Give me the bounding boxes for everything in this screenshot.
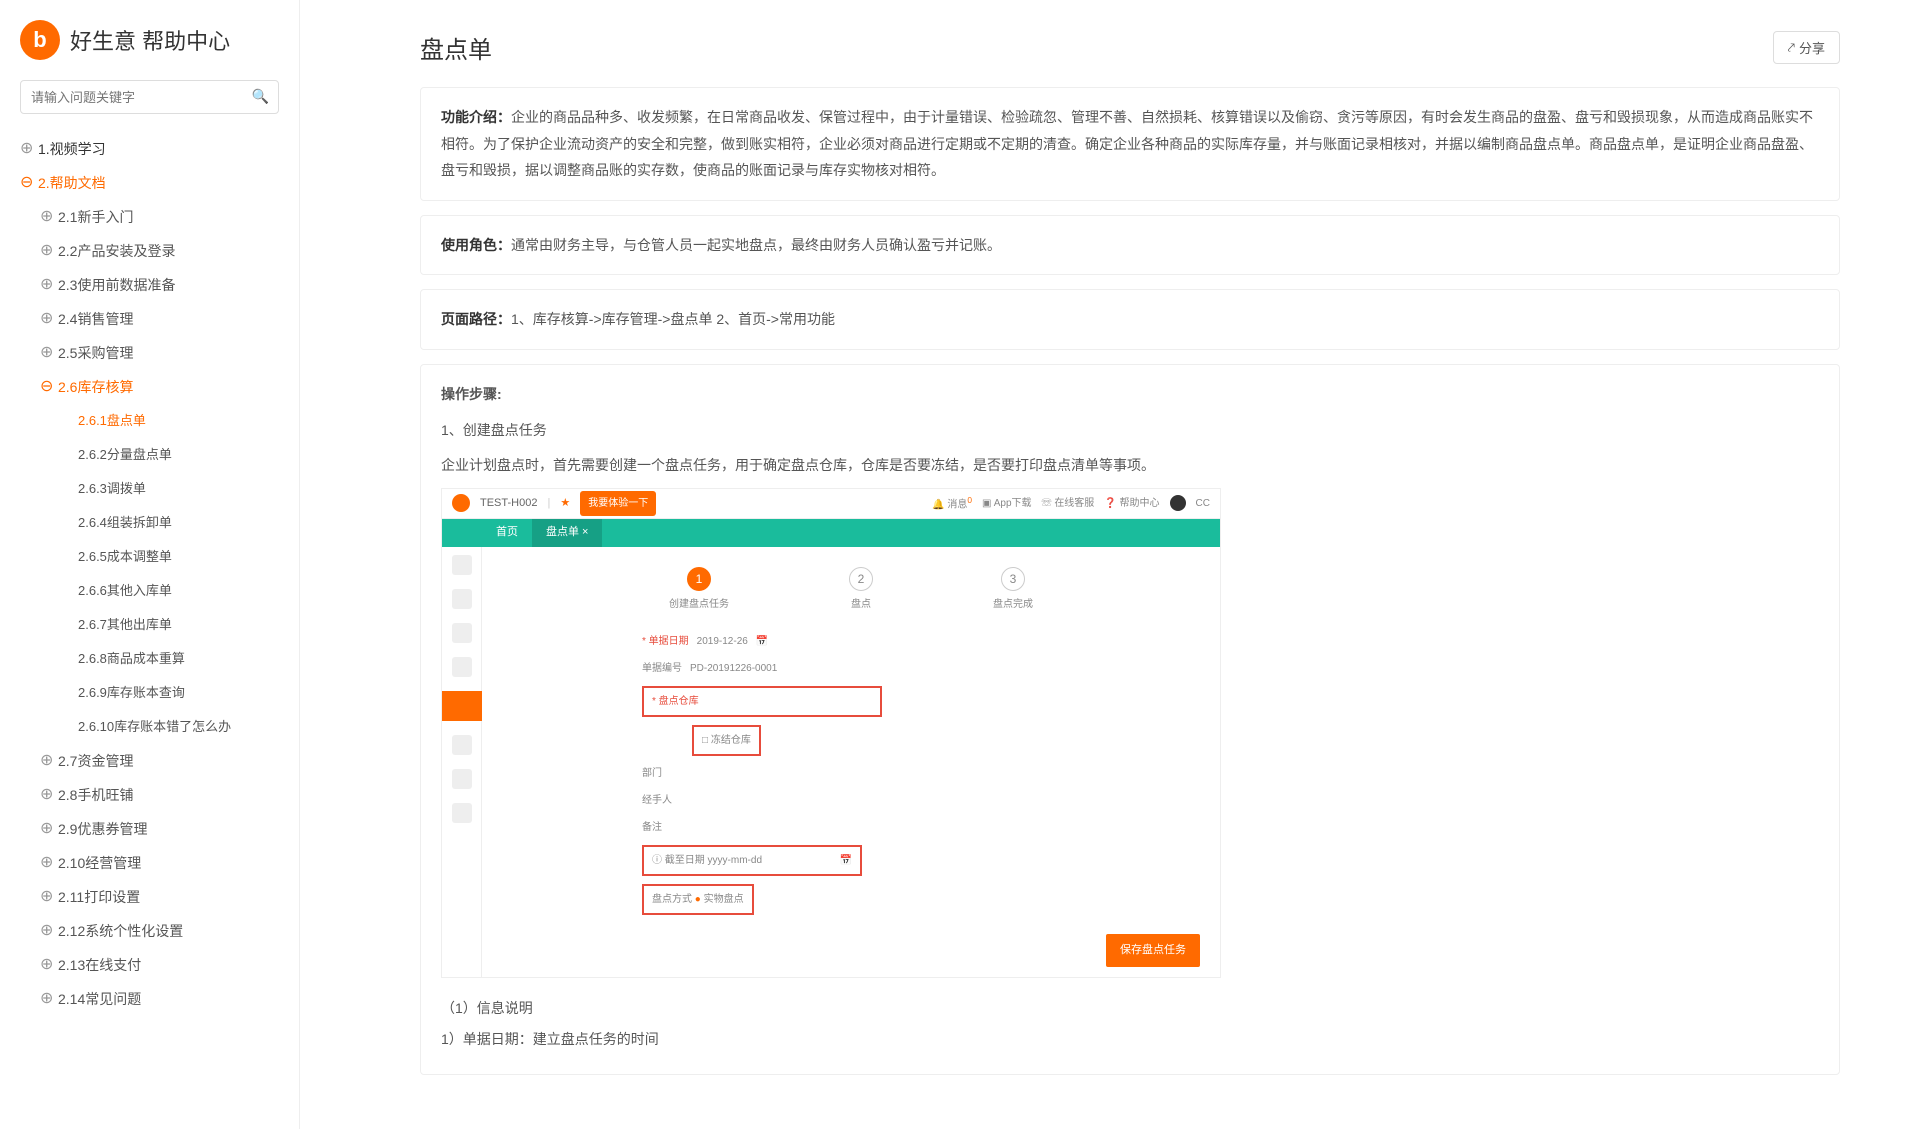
ss-side-icon (452, 769, 472, 789)
nav-2-9[interactable]: 2.9优惠券管理 (20, 812, 279, 846)
ss-side-nav (442, 547, 482, 977)
expand-icon (40, 982, 58, 1016)
ss-tab-pd: 盘点单 × (532, 519, 602, 547)
nav-2-11[interactable]: 2.11打印设置 (20, 880, 279, 914)
path-label: 页面路径： (441, 311, 511, 327)
nav-2-6-10[interactable]: 2.6.10库存账本错了怎么办 (20, 710, 279, 744)
expand-icon (40, 846, 58, 880)
nav-2-2[interactable]: 2.2产品安装及登录 (20, 234, 279, 268)
expand-icon (40, 914, 58, 948)
ss-tab-home: 首页 (482, 519, 532, 547)
ss-side-icon (452, 555, 472, 575)
expand-icon (40, 200, 58, 234)
expand-icon (40, 234, 58, 268)
search-box: 🔍 (20, 80, 279, 114)
nav-2-6-7[interactable]: 2.6.7其他出库单 (20, 608, 279, 642)
nav-docs[interactable]: 2.帮助文档 (20, 166, 279, 200)
nav-2-6[interactable]: 2.6库存核算 (20, 370, 279, 404)
nav-2-6-4[interactable]: 2.6.4组装拆卸单 (20, 506, 279, 540)
ss-tabs: 首页 盘点单 × (442, 519, 1220, 547)
nav-video[interactable]: 1.视频学习 (20, 132, 279, 166)
nav-2-4[interactable]: 2.4销售管理 (20, 302, 279, 336)
share-button[interactable]: ⤤ 分享 (1773, 31, 1840, 64)
brand-logo-icon: b (20, 20, 60, 60)
search-input[interactable] (20, 80, 279, 114)
share-label: 分享 (1799, 38, 1825, 57)
brand-row: b 好生意 帮助中心 (20, 20, 279, 60)
nav-2-6-2[interactable]: 2.6.2分量盘点单 (20, 438, 279, 472)
ss-side-icon (452, 657, 472, 677)
expand-icon (40, 268, 58, 302)
nav-2-7[interactable]: 2.7资金管理 (20, 744, 279, 778)
ss-try-button: 我要体验一下 (580, 491, 656, 516)
nav-2-3[interactable]: 2.3使用前数据准备 (20, 268, 279, 302)
nav-tree: 1.视频学习 2.帮助文档 2.1新手入门 2.2产品安装及登录 2.3使用前数… (20, 132, 279, 1016)
step1-desc: 企业计划盘点时，首先需要创建一个盘点任务，用于确定盘点仓库，仓库是否要冻结，是否… (441, 453, 1819, 478)
nav-2-6-1[interactable]: 2.6.1盘点单 (20, 404, 279, 438)
role-text: 通常由财务主导，与仓管人员一起实地盘点，最终由财务人员确认盈亏并记账。 (511, 237, 1001, 253)
expand-icon (40, 336, 58, 370)
expand-icon (40, 948, 58, 982)
intro-text: 企业的商品品种多、收发频繁，在日常商品收发、保管过程中，由于计量错误、检验疏忽、… (441, 109, 1813, 178)
ss-form-area: 1创建盘点任务 2盘点 3盘点完成 * 单据日期 2019-12-26 📅 单据… (482, 547, 1220, 977)
nav-2-6-9[interactable]: 2.6.9库存账本查询 (20, 676, 279, 710)
expand-icon (40, 744, 58, 778)
main-content: 盘点单 ⤤ 分享 功能介绍：企业的商品品种多、收发频繁，在日常商品收发、保管过程… (300, 0, 1920, 1129)
sub1-1: 1）单据日期：建立盘点任务的时间 (441, 1027, 1819, 1052)
ss-side-icon (452, 803, 472, 823)
sidebar: b 好生意 帮助中心 🔍 1.视频学习 2.帮助文档 2.1新手入门 2.2产品… (0, 0, 300, 1129)
ss-side-icon (452, 589, 472, 609)
ss-side-icon-active (442, 691, 482, 721)
panel-steps: 操作步骤: 1、创建盘点任务 企业计划盘点时，首先需要创建一个盘点任务，用于确定… (420, 364, 1840, 1075)
nav-2-12[interactable]: 2.12系统个性化设置 (20, 914, 279, 948)
ss-account: TEST-H002 (480, 493, 537, 514)
ss-avatar-icon (1170, 495, 1186, 511)
collapse-icon (20, 166, 38, 200)
nav-2-1[interactable]: 2.1新手入门 (20, 200, 279, 234)
panel-path: 页面路径：1、库存核算->库存管理->盘点单 2、首页->常用功能 (420, 289, 1840, 350)
expand-icon (40, 302, 58, 336)
steps-heading: 操作步骤: (441, 381, 1819, 408)
ss-side-icon (452, 735, 472, 755)
collapse-icon (40, 370, 58, 404)
ss-side-icon (452, 623, 472, 643)
nav-2-8[interactable]: 2.8手机旺铺 (20, 778, 279, 812)
ss-logo-icon (452, 494, 470, 512)
nav-2-6-8[interactable]: 2.6.8商品成本重算 (20, 642, 279, 676)
expand-icon (40, 812, 58, 846)
nav-2-6-3[interactable]: 2.6.3调拨单 (20, 472, 279, 506)
panel-role: 使用角色：通常由财务主导，与仓管人员一起实地盘点，最终由财务人员确认盈亏并记账。 (420, 215, 1840, 276)
ss-step-3: 3盘点完成 (993, 567, 1033, 614)
expand-icon (40, 880, 58, 914)
ss-step-1: 1创建盘点任务 (669, 567, 729, 614)
panel-intro: 功能介绍：企业的商品品种多、收发频繁，在日常商品收发、保管过程中，由于计量错误、… (420, 87, 1840, 201)
path-text: 1、库存核算->库存管理->盘点单 2、首页->常用功能 (511, 311, 835, 327)
expand-icon (20, 132, 38, 166)
nav-2-6-6[interactable]: 2.6.6其他入库单 (20, 574, 279, 608)
ss-step-2: 2盘点 (849, 567, 873, 614)
nav-2-13[interactable]: 2.13在线支付 (20, 948, 279, 982)
step1-title: 1、创建盘点任务 (441, 418, 1819, 443)
nav-2-14[interactable]: 2.14常见问题 (20, 982, 279, 1016)
page-title: 盘点单 (420, 30, 492, 65)
nav-2-6-5[interactable]: 2.6.5成本调整单 (20, 540, 279, 574)
ss-topbar: TEST-H002 | ★ 我要体验一下 🔔 消息0 ▣ App下载 ☏ 在线客… (442, 489, 1220, 519)
sub1: （1）信息说明 (441, 996, 1819, 1021)
nav-2-5[interactable]: 2.5采购管理 (20, 336, 279, 370)
share-icon: ⤤ (1788, 40, 1795, 56)
role-label: 使用角色： (441, 237, 511, 253)
nav-2-10[interactable]: 2.10经营管理 (20, 846, 279, 880)
expand-icon (40, 778, 58, 812)
ss-save-button: 保存盘点任务 (1106, 934, 1200, 967)
brand-title: 好生意 帮助中心 (70, 24, 230, 56)
search-icon[interactable]: 🔍 (252, 88, 269, 105)
embedded-screenshot: TEST-H002 | ★ 我要体验一下 🔔 消息0 ▣ App下载 ☏ 在线客… (441, 488, 1221, 978)
intro-label: 功能介绍： (441, 109, 511, 125)
info-subsection: （1）信息说明 1）单据日期：建立盘点任务的时间 (441, 996, 1819, 1052)
